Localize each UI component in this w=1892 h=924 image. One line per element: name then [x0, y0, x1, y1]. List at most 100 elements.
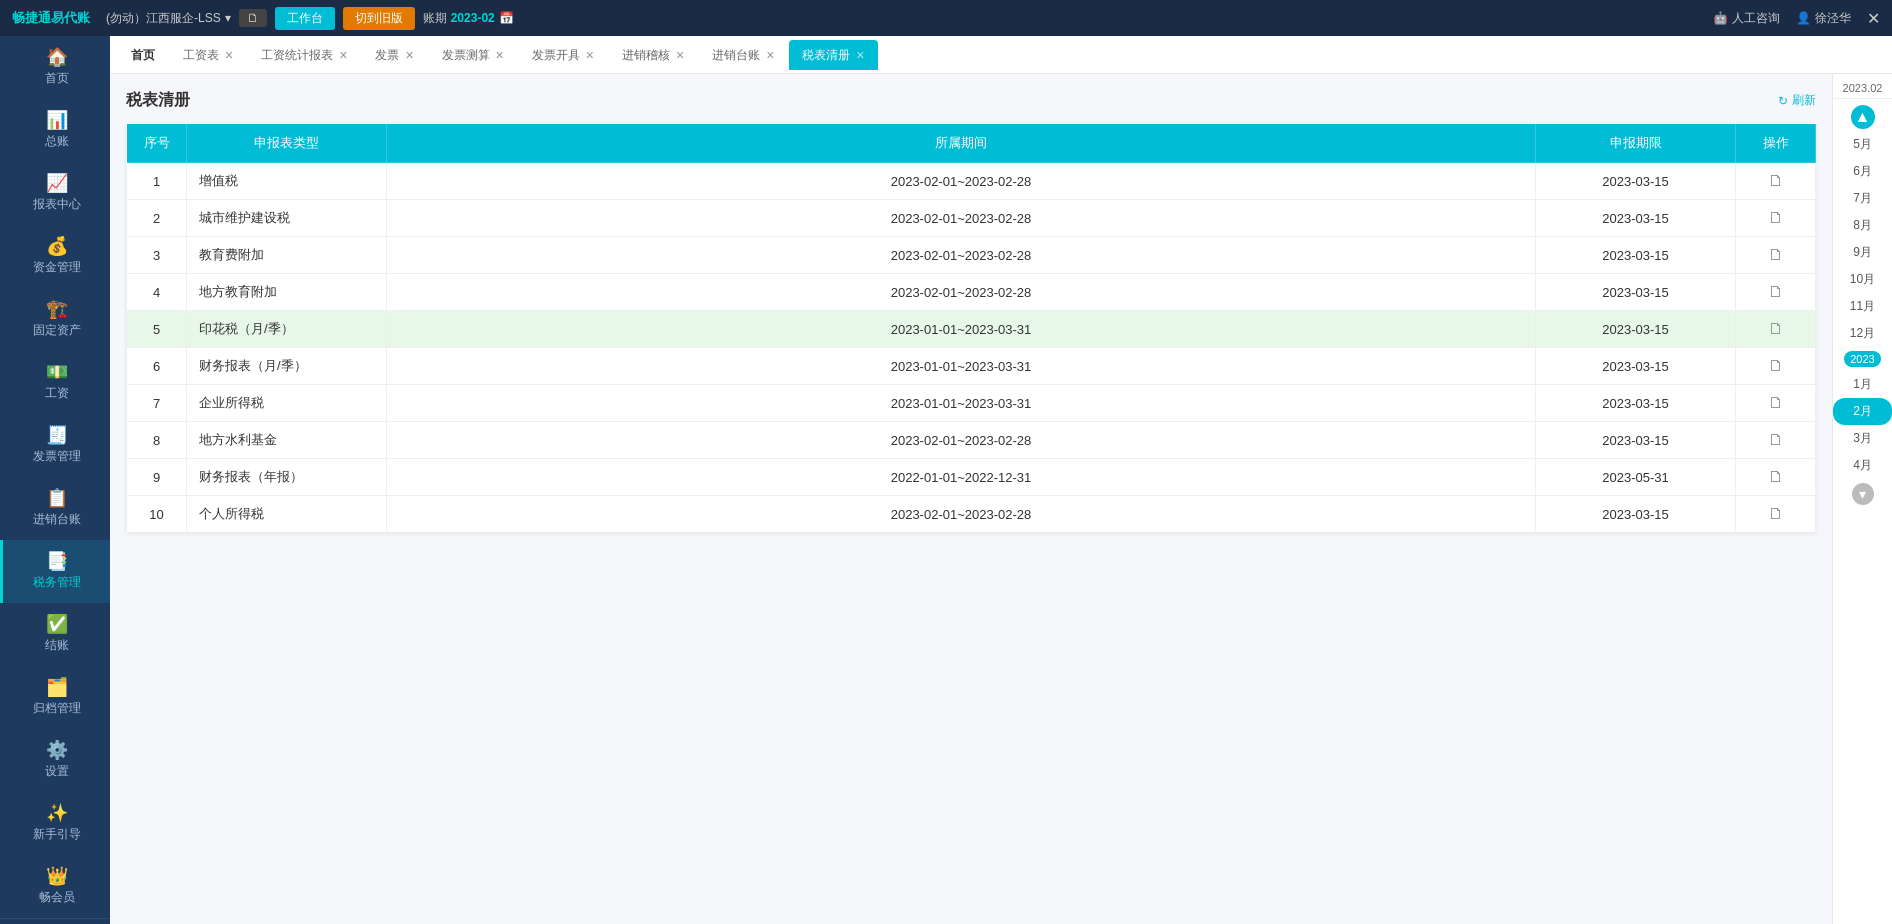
cell-type-9: 个人所得税: [187, 496, 387, 533]
action-view-0[interactable]: 🗋: [1768, 172, 1784, 189]
refresh-button[interactable]: ↻ 刷新: [1778, 92, 1816, 109]
close-button[interactable]: ✕: [1867, 9, 1880, 28]
table-row: 4 地方教育附加 2023-02-01~2023-02-28 2023-03-1…: [127, 274, 1816, 311]
tab-label-payroll-stats: 工资统计报表: [261, 47, 333, 64]
action-view-8[interactable]: 🗋: [1768, 468, 1784, 485]
cal-month-6-2022[interactable]: 6月: [1833, 158, 1892, 185]
sidebar-label-general-ledger: 总账: [45, 133, 69, 150]
sidebar-item-settings[interactable]: ⚙️ 设置: [0, 729, 110, 792]
table-row: 10 个人所得税 2023-02-01~2023-02-28 2023-03-1…: [127, 496, 1816, 533]
calendar-icon[interactable]: 📅: [499, 11, 514, 25]
app-logo: 畅捷通易代账: [12, 9, 90, 27]
sidebar-item-home[interactable]: 🏠 首页: [0, 36, 110, 99]
switch-version-button[interactable]: 切到旧版: [343, 7, 415, 30]
tab-close-payroll-table[interactable]: ×: [225, 48, 233, 62]
sidebar-item-settlement[interactable]: ✅ 结账: [0, 603, 110, 666]
cell-seq-7: 8: [127, 422, 187, 459]
main-panel: 税表清册 ↻ 刷新 序号 申报表类型 所属期间 申报期限 操作: [110, 74, 1832, 924]
tab-close-purchase-review[interactable]: ×: [676, 48, 684, 62]
cal-month-12-2022[interactable]: 12月: [1833, 320, 1892, 347]
tab-payroll-table[interactable]: 工资表 ×: [170, 40, 246, 70]
table-row: 7 企业所得税 2023-01-01~2023-03-31 2023-03-15…: [127, 385, 1816, 422]
table-row: 5 印花税（月/季） 2023-01-01~2023-03-31 2023-03…: [127, 311, 1816, 348]
vip-icon: 👑: [46, 867, 68, 885]
cell-type-5: 财务报表（月/季）: [187, 348, 387, 385]
sidebar-item-general-ledger[interactable]: 📊 总账: [0, 99, 110, 162]
action-view-5[interactable]: 🗋: [1768, 357, 1784, 374]
cal-month-2-2023[interactable]: 2月: [1833, 398, 1892, 425]
cell-type-7: 地方水利基金: [187, 422, 387, 459]
tab-close-invoice-calc[interactable]: ×: [496, 48, 504, 62]
sidebar-item-purchase-sales[interactable]: 📋 进销台账: [0, 477, 110, 540]
sidebar-label-vip: 畅会员: [39, 889, 75, 906]
th-action: 操作: [1736, 124, 1816, 163]
tab-home[interactable]: 首页: [118, 40, 168, 70]
tax-icon: 📑: [46, 552, 68, 570]
sidebar-label-fund-management: 资金管理: [33, 259, 81, 276]
calendar-collapse-button[interactable]: ▾: [1852, 483, 1874, 505]
tab-invoice-calc[interactable]: 发票测算 ×: [429, 40, 517, 70]
tab-close-tax-clearance[interactable]: ×: [856, 48, 864, 62]
cell-type-1: 城市维护建设税: [187, 200, 387, 237]
cal-month-4-2023[interactable]: 4月: [1833, 452, 1892, 479]
sidebar-item-archive[interactable]: 🗂️ 归档管理: [0, 666, 110, 729]
cal-month-11-2022[interactable]: 11月: [1833, 293, 1892, 320]
tab-invoice-open[interactable]: 发票开具 ×: [519, 40, 607, 70]
tab-close-purchase-ledger[interactable]: ×: [766, 48, 774, 62]
tab-purchase-ledger[interactable]: 进销台账 ×: [699, 40, 787, 70]
company-dropdown-icon[interactable]: ▾: [225, 11, 231, 25]
sidebar-item-payroll[interactable]: 💵 工资: [0, 351, 110, 414]
action-view-4[interactable]: 🗋: [1768, 320, 1784, 337]
sidebar-item-report-center[interactable]: 📈 报表中心: [0, 162, 110, 225]
cell-deadline-7: 2023-03-15: [1536, 422, 1736, 459]
sidebar-item-invoice-management[interactable]: 🧾 发票管理: [0, 414, 110, 477]
action-view-2[interactable]: 🗋: [1768, 246, 1784, 263]
payroll-icon: 💵: [46, 363, 68, 381]
top-bar-right: 🤖 人工咨询 👤 徐泾华 ✕: [1713, 9, 1880, 28]
cell-deadline-8: 2023-05-31: [1536, 459, 1736, 496]
ai-consult-link[interactable]: 🤖 人工咨询: [1713, 10, 1780, 27]
th-type: 申报表类型: [187, 124, 387, 163]
cal-month-9-2022[interactable]: 9月: [1833, 239, 1892, 266]
cell-period-8: 2022-01-01~2022-12-31: [387, 459, 1536, 496]
calendar-title: 2023.02: [1833, 78, 1892, 99]
sidebar-item-fund-management[interactable]: 💰 资金管理: [0, 225, 110, 288]
refresh-icon: ↻: [1778, 94, 1788, 108]
user-icon: 👤: [1796, 11, 1811, 25]
cell-action-1: 🗋: [1736, 200, 1816, 237]
cal-month-3-2023[interactable]: 3月: [1833, 425, 1892, 452]
year-2023-badge[interactable]: 2023: [1844, 351, 1880, 367]
calendar-up-button[interactable]: ▲: [1851, 105, 1875, 129]
action-view-9[interactable]: 🗋: [1768, 505, 1784, 522]
sidebar-label-tax-management: 税务管理: [33, 574, 81, 591]
table-row: 3 教育费附加 2023-02-01~2023-02-28 2023-03-15…: [127, 237, 1816, 274]
tab-close-invoice-open[interactable]: ×: [586, 48, 594, 62]
cell-period-1: 2023-02-01~2023-02-28: [387, 200, 1536, 237]
tab-payroll-stats[interactable]: 工资统计报表 ×: [248, 40, 360, 70]
sidebar-label-new-guide: 新手引导: [33, 826, 81, 843]
tab-tax-clearance[interactable]: 税表清册 ×: [789, 40, 877, 70]
cell-seq-3: 4: [127, 274, 187, 311]
sidebar-item-tax-management[interactable]: 📑 税务管理: [0, 540, 110, 603]
tab-purchase-review[interactable]: 进销稽核 ×: [609, 40, 697, 70]
action-view-6[interactable]: 🗋: [1768, 394, 1784, 411]
workspace-button[interactable]: 工作台: [275, 7, 335, 30]
user-profile[interactable]: 👤 徐泾华: [1796, 10, 1851, 27]
action-view-3[interactable]: 🗋: [1768, 283, 1784, 300]
copy-button[interactable]: 🗋: [239, 9, 267, 27]
action-view-1[interactable]: 🗋: [1768, 209, 1784, 226]
sidebar-label-purchase-sales: 进销台账: [33, 511, 81, 528]
sidebar-item-fixed-assets[interactable]: 🏗️ 固定资产: [0, 288, 110, 351]
action-view-7[interactable]: 🗋: [1768, 431, 1784, 448]
sidebar-item-new-guide[interactable]: ✨ 新手引导: [0, 792, 110, 855]
tab-close-invoice[interactable]: ×: [405, 48, 413, 62]
tab-close-payroll-stats[interactable]: ×: [339, 48, 347, 62]
cal-month-10-2022[interactable]: 10月: [1833, 266, 1892, 293]
tab-invoice[interactable]: 发票 ×: [362, 40, 426, 70]
cal-month-8-2022[interactable]: 8月: [1833, 212, 1892, 239]
cal-month-7-2022[interactable]: 7月: [1833, 185, 1892, 212]
sidebar-item-vip[interactable]: 👑 畅会员: [0, 855, 110, 918]
cal-month-1-2023[interactable]: 1月: [1833, 371, 1892, 398]
fund-icon: 💰: [46, 237, 68, 255]
cal-month-5-2022[interactable]: 5月: [1833, 131, 1892, 158]
